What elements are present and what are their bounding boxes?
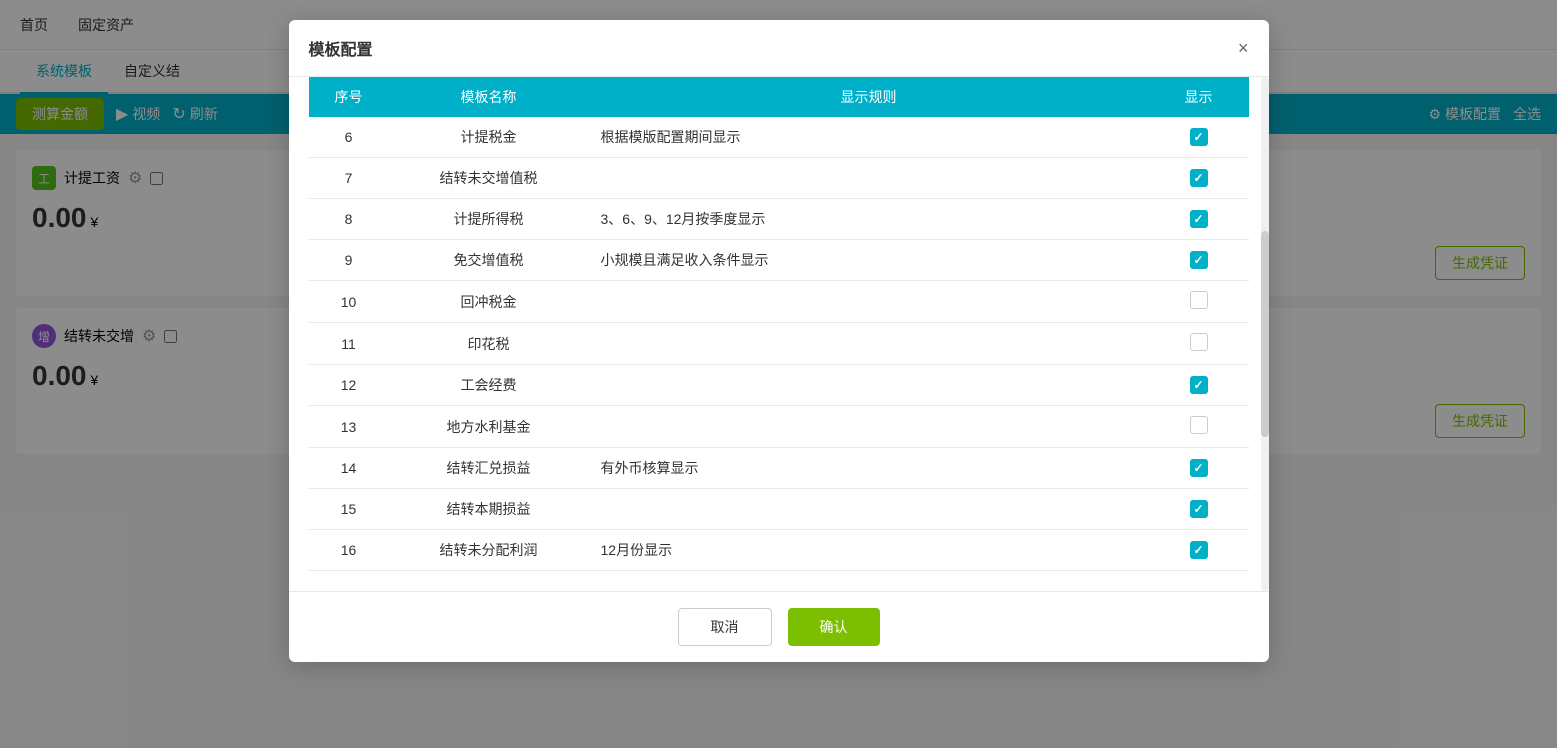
checkbox-checked[interactable] <box>1190 459 1208 477</box>
checkbox-checked[interactable] <box>1190 128 1208 146</box>
checkbox-checked[interactable] <box>1190 210 1208 228</box>
table-row: 14结转汇兑损益有外币核算显示 <box>309 448 1249 489</box>
checkbox-unchecked[interactable] <box>1190 291 1208 309</box>
col-header-name: 模板名称 <box>389 77 589 117</box>
cell-rule <box>589 365 1149 406</box>
modal-header: 模板配置 × <box>289 20 1269 77</box>
confirm-button[interactable]: 确认 <box>788 608 880 646</box>
table-row: 7结转未交增值税 <box>309 158 1249 199</box>
table-row: 10回冲税金 <box>309 281 1249 323</box>
cell-rule <box>589 406 1149 448</box>
cell-no: 13 <box>309 406 389 448</box>
cell-checkbox[interactable] <box>1149 489 1249 530</box>
modal-title: 模板配置 <box>309 36 373 60</box>
col-header-rule: 显示规则 <box>589 77 1149 117</box>
cell-name: 计提税金 <box>389 117 589 158</box>
modal-overlay: 模板配置 × 序号 模板名称 显示规则 显示 6计提税金根据模版配置期间显示7结… <box>0 0 1557 748</box>
table-row: 15结转本期损益 <box>309 489 1249 530</box>
cell-no: 10 <box>309 281 389 323</box>
cell-no: 11 <box>309 323 389 365</box>
table-row: 13地方水利基金 <box>309 406 1249 448</box>
cell-checkbox[interactable] <box>1149 158 1249 199</box>
table-row: 8计提所得税3、6、9、12月按季度显示 <box>309 199 1249 240</box>
checkbox-checked[interactable] <box>1190 169 1208 187</box>
modal-footer: 取消 确认 <box>289 591 1269 662</box>
table-row: 12工会经费 <box>309 365 1249 406</box>
cell-rule: 根据模版配置期间显示 <box>589 117 1149 158</box>
cell-no: 9 <box>309 240 389 281</box>
cell-rule: 12月份显示 <box>589 530 1149 571</box>
cell-name: 结转未分配利润 <box>389 530 589 571</box>
table-row: 16结转未分配利润12月份显示 <box>309 530 1249 571</box>
cell-no: 16 <box>309 530 389 571</box>
checkbox-checked[interactable] <box>1190 500 1208 518</box>
cell-rule <box>589 489 1149 530</box>
table-row: 9免交增值税小规模且满足收入条件显示 <box>309 240 1249 281</box>
cell-rule: 小规模且满足收入条件显示 <box>589 240 1149 281</box>
cell-no: 8 <box>309 199 389 240</box>
modal-close-button[interactable]: × <box>1238 39 1249 57</box>
cell-name: 计提所得税 <box>389 199 589 240</box>
checkbox-unchecked[interactable] <box>1190 333 1208 351</box>
checkbox-checked[interactable] <box>1190 251 1208 269</box>
cell-rule <box>589 158 1149 199</box>
cell-name: 免交增值税 <box>389 240 589 281</box>
cell-checkbox[interactable] <box>1149 240 1249 281</box>
cell-name: 回冲税金 <box>389 281 589 323</box>
checkbox-unchecked[interactable] <box>1190 416 1208 434</box>
cell-checkbox[interactable] <box>1149 117 1249 158</box>
cell-name: 结转未交增值税 <box>389 158 589 199</box>
cell-no: 15 <box>309 489 389 530</box>
cell-no: 6 <box>309 117 389 158</box>
table-row: 11印花税 <box>309 323 1249 365</box>
cell-name: 结转汇兑损益 <box>389 448 589 489</box>
cell-rule <box>589 323 1149 365</box>
cell-no: 12 <box>309 365 389 406</box>
scrollbar-track[interactable] <box>1261 77 1269 591</box>
cell-name: 地方水利基金 <box>389 406 589 448</box>
config-table: 序号 模板名称 显示规则 显示 6计提税金根据模版配置期间显示7结转未交增值税8… <box>309 77 1249 571</box>
cell-name: 工会经费 <box>389 365 589 406</box>
cell-no: 14 <box>309 448 389 489</box>
cell-checkbox[interactable] <box>1149 365 1249 406</box>
cell-checkbox[interactable] <box>1149 530 1249 571</box>
table-row: 6计提税金根据模版配置期间显示 <box>309 117 1249 158</box>
cell-rule <box>589 281 1149 323</box>
cell-rule: 有外币核算显示 <box>589 448 1149 489</box>
cell-checkbox[interactable] <box>1149 406 1249 448</box>
checkbox-checked[interactable] <box>1190 376 1208 394</box>
cell-checkbox[interactable] <box>1149 448 1249 489</box>
scrollbar-thumb[interactable] <box>1261 231 1269 437</box>
template-config-modal: 模板配置 × 序号 模板名称 显示规则 显示 6计提税金根据模版配置期间显示7结… <box>289 20 1269 662</box>
col-header-display: 显示 <box>1149 77 1249 117</box>
cell-checkbox[interactable] <box>1149 281 1249 323</box>
cancel-button[interactable]: 取消 <box>678 608 772 646</box>
cell-rule: 3、6、9、12月按季度显示 <box>589 199 1149 240</box>
cell-checkbox[interactable] <box>1149 199 1249 240</box>
checkbox-checked[interactable] <box>1190 541 1208 559</box>
cell-no: 7 <box>309 158 389 199</box>
cell-checkbox[interactable] <box>1149 323 1249 365</box>
col-header-no: 序号 <box>309 77 389 117</box>
modal-body: 序号 模板名称 显示规则 显示 6计提税金根据模版配置期间显示7结转未交增值税8… <box>289 77 1269 591</box>
cell-name: 印花税 <box>389 323 589 365</box>
cell-name: 结转本期损益 <box>389 489 589 530</box>
